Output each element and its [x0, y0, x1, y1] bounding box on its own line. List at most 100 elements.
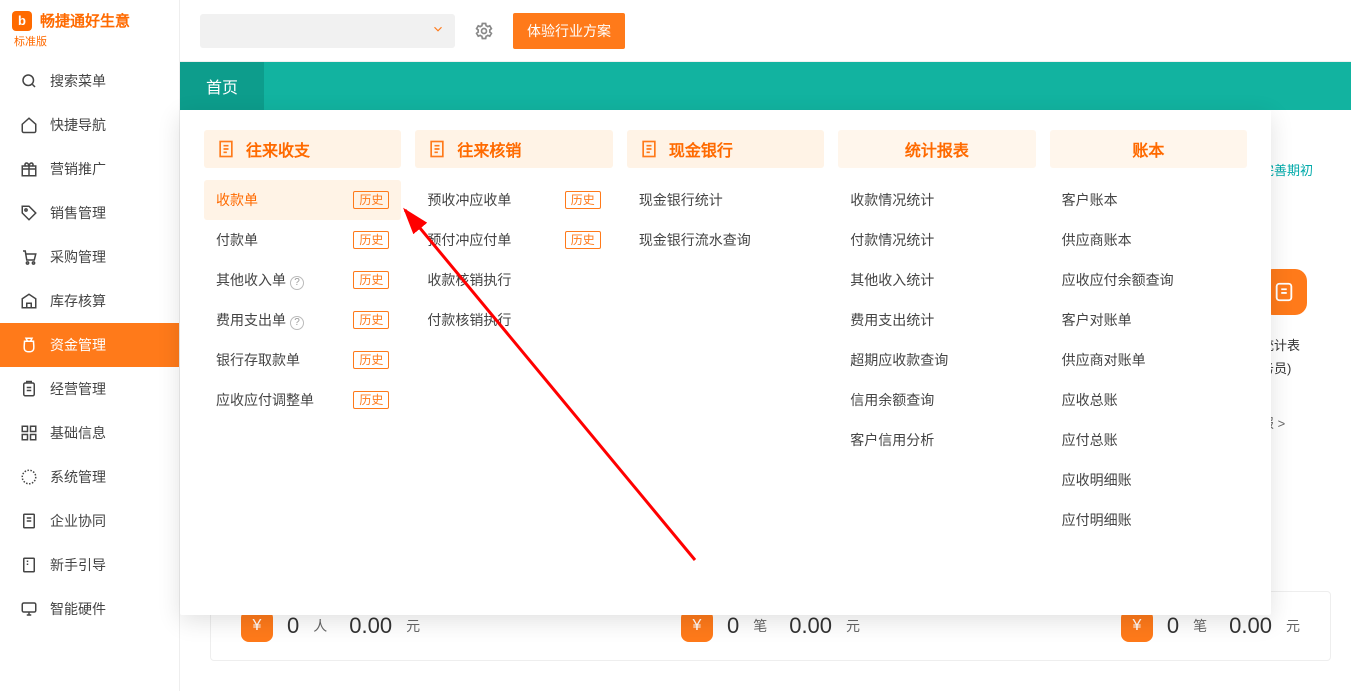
- sidebar: b 畅捷通好生意 标准版 搜索菜单 快捷导航 营销推广 销售管理 采购管理 库存…: [0, 0, 180, 691]
- megamenu-column-header: 账本: [1050, 130, 1247, 168]
- sidebar-item-label: 系统管理: [50, 467, 106, 487]
- megamenu-item-label: 付款核销执行: [427, 310, 511, 330]
- more-link-partial[interactable]: 报 >: [1261, 413, 1351, 432]
- history-badge[interactable]: 历史: [565, 191, 601, 209]
- megamenu-item[interactable]: 收款核销执行: [415, 260, 612, 300]
- megamenu-item[interactable]: 应付明细账: [1050, 500, 1247, 540]
- sidebar-item-hardware[interactable]: 智能硬件: [0, 587, 179, 631]
- megamenu-item[interactable]: 应收应付调整单历史: [204, 380, 401, 420]
- megamenu-item[interactable]: 付款核销执行: [415, 300, 612, 340]
- megamenu-item[interactable]: 客户账本: [1050, 180, 1247, 220]
- sidebar-item-marketing[interactable]: 营销推广: [0, 147, 179, 191]
- sidebar-item-label: 营销推广: [50, 159, 106, 179]
- dashboard-right-partial: 完善期初 统计表 务员) 报 >: [1261, 160, 1351, 432]
- megamenu-item[interactable]: 客户信用分析: [838, 420, 1035, 460]
- sidebar-item-guide[interactable]: 新手引导: [0, 543, 179, 587]
- megamenu-item[interactable]: 应付总账: [1050, 420, 1247, 460]
- megamenu-column-title: 统计报表: [905, 137, 969, 161]
- megamenu-item-label: 付款情况统计: [850, 230, 934, 250]
- help-icon[interactable]: ?: [290, 316, 304, 330]
- megamenu-item[interactable]: 供应商对账单: [1050, 340, 1247, 380]
- megamenu-item[interactable]: 供应商账本: [1050, 220, 1247, 260]
- history-badge[interactable]: 历史: [353, 351, 389, 369]
- sidebar-item-label: 经营管理: [50, 379, 106, 399]
- megamenu-item[interactable]: 付款单历史: [204, 220, 401, 260]
- megamenu-item[interactable]: 预收冲应收单历史: [415, 180, 612, 220]
- sidebar-item-operation[interactable]: 经营管理: [0, 367, 179, 411]
- hint-link[interactable]: 完善期初: [1261, 160, 1351, 179]
- sidebar-item-collab[interactable]: 企业协同: [0, 499, 179, 543]
- history-badge[interactable]: 历史: [353, 311, 389, 329]
- megamenu-item[interactable]: 应收明细账: [1050, 460, 1247, 500]
- megamenu-item[interactable]: 费用支出单?历史: [204, 300, 401, 340]
- sidebar-item-sales[interactable]: 销售管理: [0, 191, 179, 235]
- megamenu-item-label: 其他收入单?: [216, 270, 304, 290]
- megamenu-item[interactable]: 信用余额查询: [838, 380, 1035, 420]
- monitor-icon: [20, 600, 38, 618]
- receipt-icon: [216, 139, 236, 159]
- megamenu-column-title: 往来收支: [246, 137, 310, 161]
- sidebar-item-quicknav[interactable]: 快捷导航: [0, 103, 179, 147]
- sidebar-item-label: 企业协同: [50, 511, 106, 531]
- megamenu-item[interactable]: 银行存取款单历史: [204, 340, 401, 380]
- industry-plan-button[interactable]: 体验行业方案: [513, 13, 625, 49]
- grid-icon: [20, 424, 38, 442]
- megamenu-item[interactable]: 应收总账: [1050, 380, 1247, 420]
- sidebar-item-label: 资金管理: [50, 335, 106, 355]
- megamenu-item-label: 应收应付余额查询: [1062, 270, 1174, 290]
- history-badge[interactable]: 历史: [353, 191, 389, 209]
- megamenu-list: 现金银行统计现金银行流水查询: [627, 180, 824, 260]
- gear-icon[interactable]: [473, 20, 495, 42]
- brand-edition: 标准版: [0, 33, 179, 55]
- sidebar-item-system[interactable]: 系统管理: [0, 455, 179, 499]
- megamenu-column-header: 统计报表: [838, 130, 1035, 168]
- megamenu-item[interactable]: 预付冲应付单历史: [415, 220, 612, 260]
- megamenu-item[interactable]: 应收应付余额查询: [1050, 260, 1247, 300]
- report-title-partial: 统计表: [1261, 335, 1351, 354]
- sidebar-item-purchase[interactable]: 采购管理: [0, 235, 179, 279]
- stat-count-unit: 人: [313, 616, 327, 636]
- megamenu-item-label: 应付总账: [1062, 430, 1118, 450]
- sidebar-item-basedata[interactable]: 基础信息: [0, 411, 179, 455]
- megamenu-item[interactable]: 其他收入统计: [838, 260, 1035, 300]
- megamenu-item[interactable]: 费用支出统计: [838, 300, 1035, 340]
- warehouse-icon: [20, 292, 38, 310]
- megamenu-item-label: 收款情况统计: [850, 190, 934, 210]
- megamenu-item-label: 应收总账: [1062, 390, 1118, 410]
- stat-count: 0: [287, 613, 299, 639]
- megamenu-item-label: 供应商账本: [1062, 230, 1132, 250]
- megamenu-item[interactable]: 收款情况统计: [838, 180, 1035, 220]
- brand-name: 畅捷通好生意: [40, 10, 130, 31]
- sidebar-item-finance[interactable]: 资金管理: [0, 323, 179, 367]
- stat-count: 0: [727, 613, 739, 639]
- stat-amount: 0.00: [349, 613, 392, 639]
- megamenu-item[interactable]: 客户对账单: [1050, 300, 1247, 340]
- megamenu-item-label: 超期应收款查询: [850, 350, 948, 370]
- tag-icon: [20, 204, 38, 222]
- megamenu-item[interactable]: 超期应收款查询: [838, 340, 1035, 380]
- stat-amount-unit: 元: [1286, 616, 1300, 636]
- megamenu-list: 收款单历史付款单历史其他收入单?历史费用支出单?历史银行存取款单历史应收应付调整…: [204, 180, 401, 420]
- history-badge[interactable]: 历史: [353, 231, 389, 249]
- history-badge[interactable]: 历史: [353, 271, 389, 289]
- megamenu-item[interactable]: 现金银行流水查询: [627, 220, 824, 260]
- cart-icon: [20, 248, 38, 266]
- megamenu-item[interactable]: 付款情况统计: [838, 220, 1035, 260]
- sidebar-item-search[interactable]: 搜索菜单: [0, 59, 179, 103]
- history-badge[interactable]: 历史: [565, 231, 601, 249]
- megamenu-item[interactable]: 现金银行统计: [627, 180, 824, 220]
- report-subtitle-partial: 务员): [1261, 358, 1351, 377]
- megamenu-column: 现金银行现金银行统计现金银行流水查询: [627, 130, 824, 595]
- megamenu-item-label: 客户信用分析: [850, 430, 934, 450]
- megamenu-item[interactable]: 收款单历史: [204, 180, 401, 220]
- tab-home[interactable]: 首页: [180, 62, 264, 110]
- megamenu-item[interactable]: 其他收入单? 历史: [204, 260, 401, 300]
- org-selector[interactable]: [200, 14, 455, 48]
- megamenu-list: 收款情况统计付款情况统计其他收入统计费用支出统计超期应收款查询信用余额查询客户信…: [838, 180, 1035, 460]
- sidebar-item-inventory[interactable]: 库存核算: [0, 279, 179, 323]
- history-badge[interactable]: 历史: [353, 391, 389, 409]
- sidebar-item-label: 智能硬件: [50, 599, 106, 619]
- help-icon[interactable]: ?: [290, 276, 304, 290]
- megamenu-item-label: 费用支出统计: [850, 310, 934, 330]
- megamenu-column: 统计报表收款情况统计付款情况统计其他收入统计费用支出统计超期应收款查询信用余额查…: [838, 130, 1035, 595]
